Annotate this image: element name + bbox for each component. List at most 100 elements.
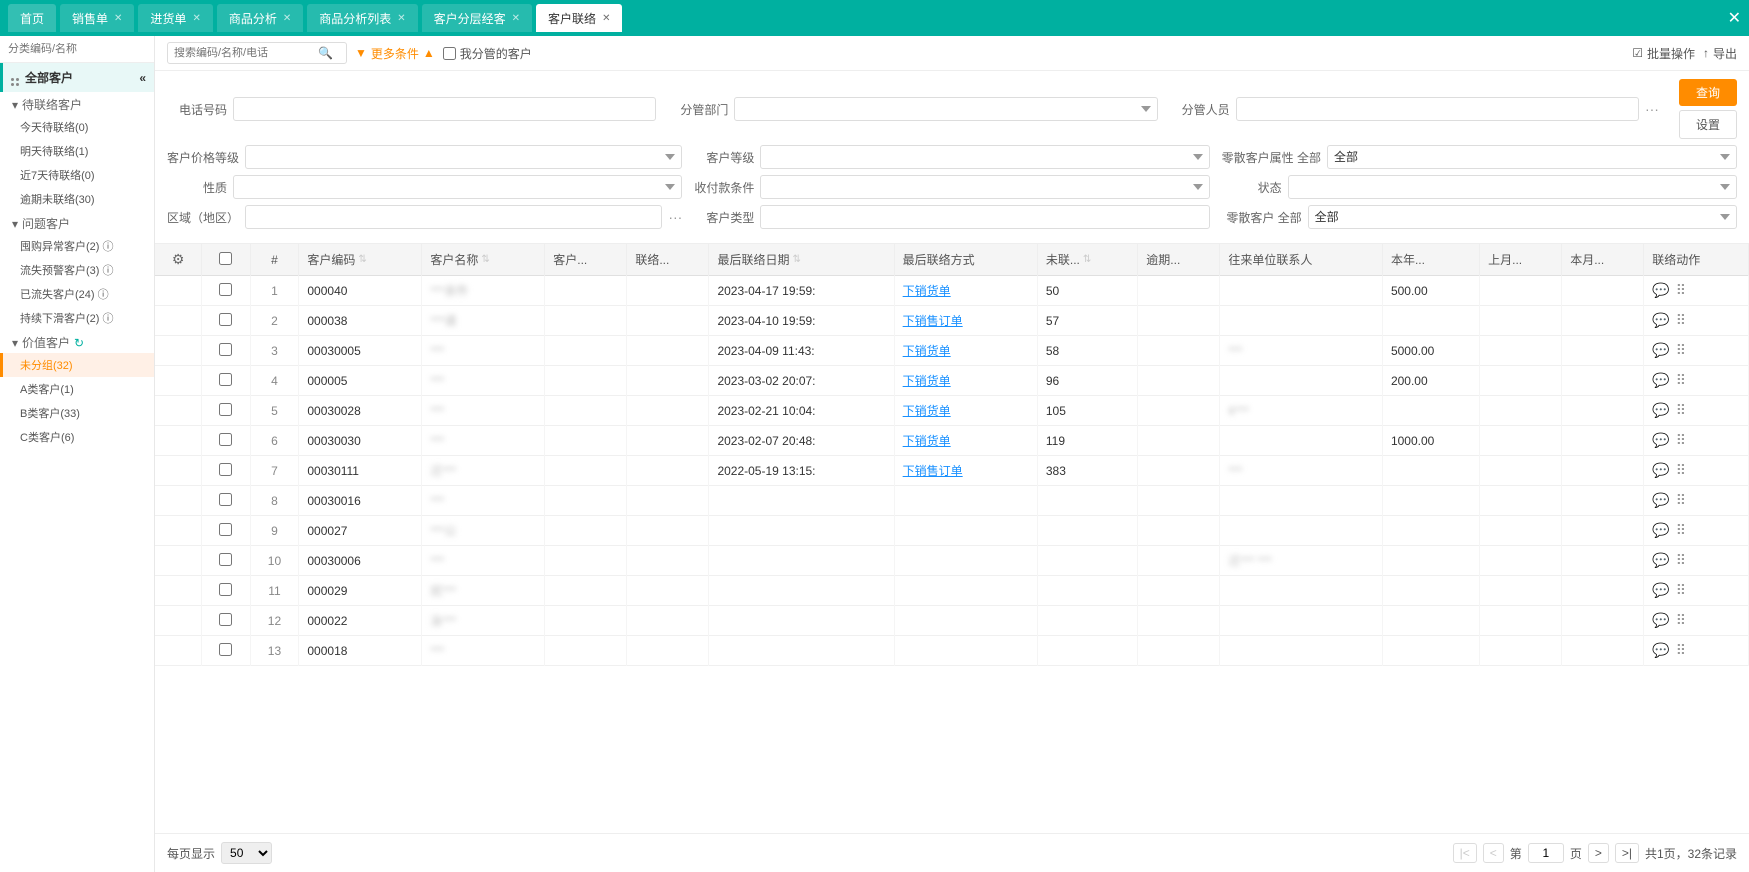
person-dots[interactable]: ··· <box>1645 101 1659 117</box>
th-last-date[interactable]: 最后联络日期⇅ <box>709 244 894 276</box>
th-not-contacted[interactable]: 未联...⇅ <box>1037 244 1137 276</box>
tab-purchase[interactable]: 进货单 ✕ <box>138 4 212 32</box>
row-last-method[interactable]: 下销货单 <box>894 396 1037 426</box>
more-action-icon[interactable]: ⠿ <box>1676 552 1686 569</box>
row-checkbox[interactable] <box>202 486 250 516</box>
page-size-select[interactable]: 50 100 200 <box>221 842 272 864</box>
tab-customer-segment-close[interactable]: ✕ <box>512 13 520 24</box>
contact-icon[interactable]: 💬 <box>1652 402 1669 419</box>
th-last-method[interactable]: 最后联络方式 <box>894 244 1037 276</box>
row-check[interactable] <box>219 463 232 476</box>
contact-icon[interactable]: 💬 <box>1652 582 1669 599</box>
row-checkbox[interactable] <box>202 456 250 486</box>
row-checkbox[interactable] <box>202 516 250 546</box>
contact-icon[interactable]: 💬 <box>1652 642 1669 659</box>
row-check[interactable] <box>219 433 232 446</box>
region-input[interactable] <box>245 205 662 229</box>
settings-icon[interactable]: ⚙ <box>172 251 185 267</box>
th-overdue[interactable]: 逾期... <box>1138 244 1220 276</box>
contact-icon[interactable]: 💬 <box>1652 522 1669 539</box>
row-last-method[interactable]: 下销货单 <box>894 366 1037 396</box>
row-last-method[interactable] <box>894 606 1037 636</box>
row-last-method[interactable] <box>894 546 1037 576</box>
my-customers-checkbox[interactable]: 我分管的客户 <box>443 45 532 62</box>
sidebar-item-overdue-pending[interactable]: 逾期未联络(30) <box>0 187 154 211</box>
th-last-month[interactable]: 上月... <box>1480 244 1562 276</box>
tab-home[interactable]: 首页 <box>8 4 56 32</box>
last-page-button[interactable]: >| <box>1615 843 1639 863</box>
tab-customer-contact-close[interactable]: ✕ <box>602 13 610 24</box>
sidebar-collapse-icon[interactable]: « <box>139 71 146 85</box>
query-button[interactable]: 查询 <box>1679 79 1737 106</box>
sidebar-item-declining[interactable]: 持续下滑客户(2) ⓘ <box>0 306 154 330</box>
tab-product-analysis-list-close[interactable]: ✕ <box>397 13 405 24</box>
more-action-icon[interactable]: ⠿ <box>1676 282 1686 299</box>
customer-type-input[interactable] <box>760 205 1209 229</box>
row-check[interactable] <box>219 373 232 386</box>
last-method-link[interactable]: 下销货单 <box>903 344 951 358</box>
row-last-method[interactable]: 下销货单 <box>894 336 1037 366</box>
sidebar-item-churned[interactable]: 已流失客户(24) ⓘ <box>0 282 154 306</box>
more-action-icon[interactable]: ⠿ <box>1676 402 1686 419</box>
contact-icon[interactable]: 💬 <box>1652 612 1669 629</box>
tab-sales[interactable]: 销售单 ✕ <box>60 4 134 32</box>
more-action-icon[interactable]: ⠿ <box>1676 522 1686 539</box>
last-method-link[interactable]: 下销货单 <box>903 404 951 418</box>
row-checkbox[interactable] <box>202 576 250 606</box>
tab-sales-close[interactable]: ✕ <box>114 13 122 24</box>
row-checkbox[interactable] <box>202 336 250 366</box>
row-checkbox[interactable] <box>202 396 250 426</box>
row-last-method[interactable] <box>894 516 1037 546</box>
last-method-link[interactable]: 下销货单 <box>903 374 951 388</box>
prev-page-button[interactable]: < <box>1483 843 1504 863</box>
row-checkbox[interactable] <box>202 606 250 636</box>
tab-purchase-close[interactable]: ✕ <box>192 13 200 24</box>
row-checkbox[interactable] <box>202 306 250 336</box>
more-action-icon[interactable]: ⠿ <box>1676 612 1686 629</box>
dept-select[interactable] <box>734 97 1157 121</box>
select-all-checkbox[interactable] <box>219 252 232 265</box>
sidebar-item-ungrouped[interactable]: 未分组(32) <box>0 353 154 377</box>
tab-customer-contact[interactable]: 客户联络 ✕ <box>536 4 622 32</box>
contact-icon[interactable]: 💬 <box>1652 432 1669 449</box>
row-last-method[interactable] <box>894 636 1037 666</box>
row-checkbox[interactable] <box>202 546 250 576</box>
reset-button[interactable]: 设置 <box>1679 110 1737 139</box>
more-conditions-button[interactable]: ▼ 更多条件 ▲ <box>355 45 435 62</box>
more-action-icon[interactable]: ⠿ <box>1676 582 1686 599</box>
sidebar-item-week-pending[interactable]: 近7天待联络(0) <box>0 163 154 187</box>
row-check[interactable] <box>219 583 232 596</box>
sidebar-all-customers[interactable]: 全部客户 « <box>0 63 154 92</box>
page-input[interactable] <box>1528 843 1564 863</box>
contact-icon[interactable]: 💬 <box>1652 342 1669 359</box>
sidebar-item-abnormal-purchase[interactable]: 囤购异常客户(2) ⓘ <box>0 234 154 258</box>
more-action-icon[interactable]: ⠿ <box>1676 462 1686 479</box>
status-select[interactable] <box>1288 175 1737 199</box>
customer-level-select[interactable] <box>760 145 1209 169</box>
more-action-icon[interactable]: ⠿ <box>1676 312 1686 329</box>
phone-input[interactable] <box>233 97 656 121</box>
row-check[interactable] <box>219 403 232 416</box>
chevron-down-icon-3[interactable]: ▾ <box>12 336 18 350</box>
row-last-method[interactable] <box>894 576 1037 606</box>
row-last-method[interactable]: 下销售订单 <box>894 306 1037 336</box>
sidebar-search-input[interactable] <box>8 43 150 55</box>
sidebar-item-tomorrow-pending[interactable]: 明天待联络(1) <box>0 139 154 163</box>
th-checkbox[interactable] <box>202 244 250 276</box>
nature-select[interactable] <box>233 175 682 199</box>
row-check[interactable] <box>219 613 232 626</box>
th-unit-contact[interactable]: 往来单位联系人 <box>1220 244 1383 276</box>
contact-icon[interactable]: 💬 <box>1652 552 1669 569</box>
person-input[interactable] <box>1236 97 1639 121</box>
export-button[interactable]: ↑ 导出 <box>1703 45 1737 62</box>
th-contact[interactable]: 联络... <box>627 244 709 276</box>
sidebar-search[interactable]: 🔍 <box>0 36 154 63</box>
row-check[interactable] <box>219 493 232 506</box>
row-checkbox[interactable] <box>202 426 250 456</box>
payment-select[interactable] <box>760 175 1209 199</box>
row-checkbox[interactable] <box>202 366 250 396</box>
row-check[interactable] <box>219 643 232 656</box>
chevron-down-icon-2[interactable]: ▾ <box>12 217 18 231</box>
more-action-icon[interactable]: ⠿ <box>1676 492 1686 509</box>
main-search-box[interactable]: 🔍 <box>167 42 347 64</box>
